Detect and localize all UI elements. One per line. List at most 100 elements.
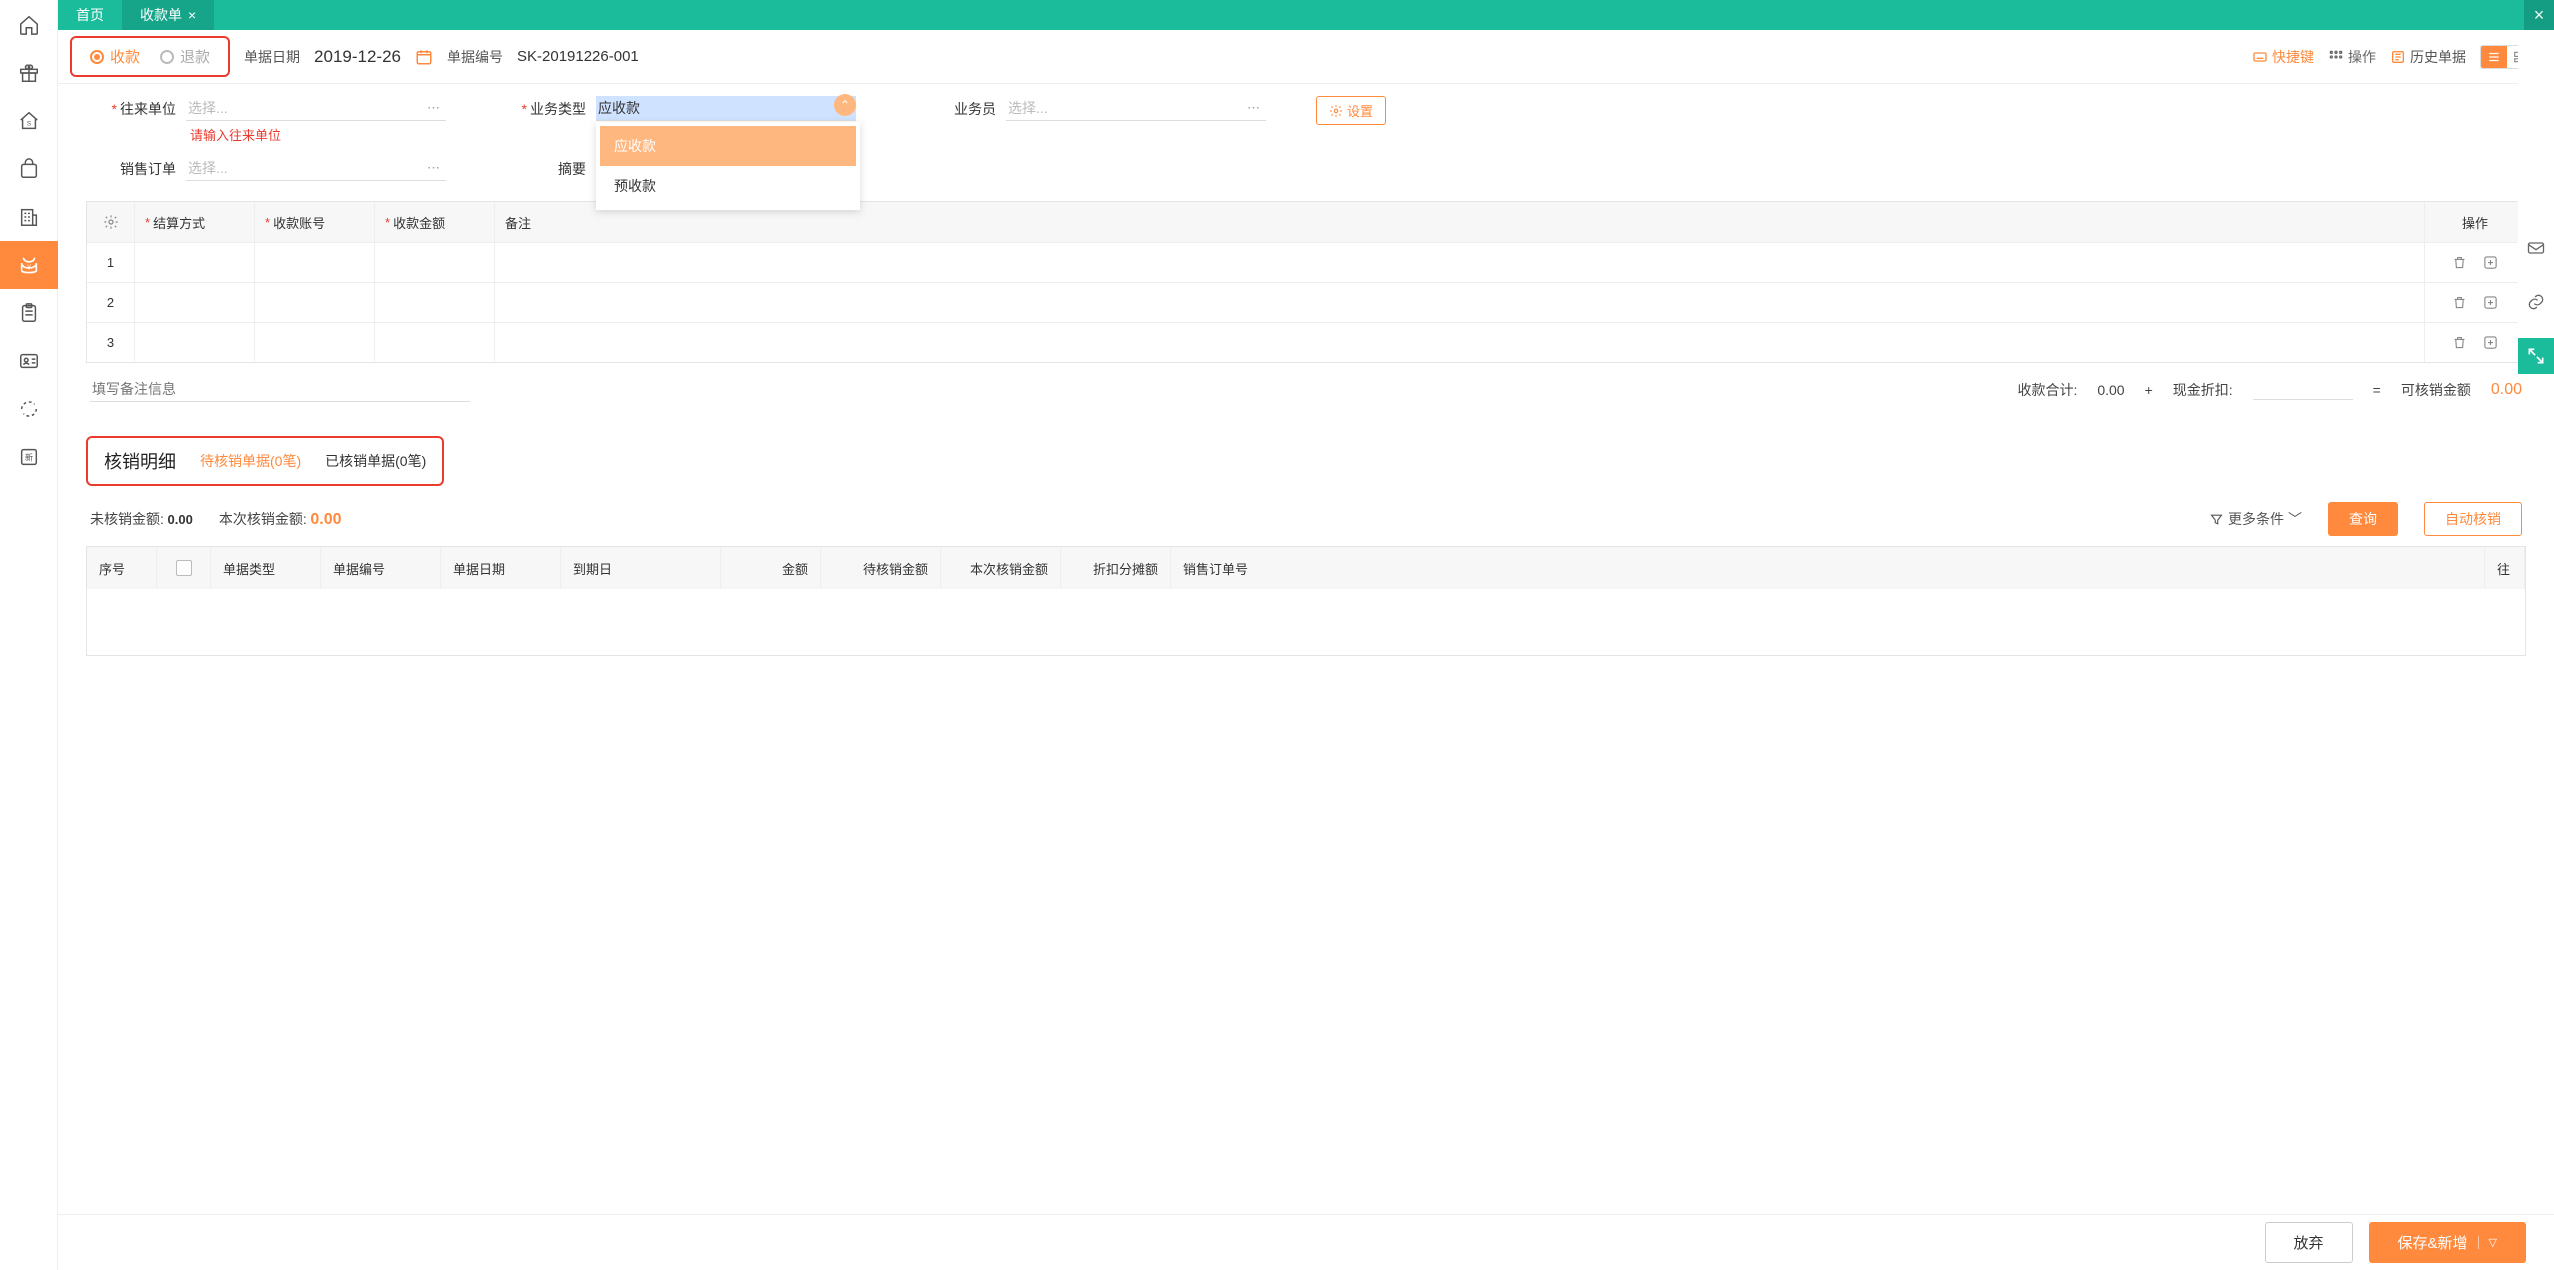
grid-header: *结算方式 *收款账号 *收款金额 备注 操作 xyxy=(87,202,2525,242)
delete-icon[interactable] xyxy=(2452,255,2467,270)
query-button[interactable]: 查询 xyxy=(2328,502,2398,536)
delete-icon[interactable] xyxy=(2452,295,2467,310)
nav-sync-icon[interactable] xyxy=(16,396,42,422)
total-label: 收款合计: xyxy=(2017,380,2077,400)
radio-refund[interactable]: 退款 xyxy=(160,46,210,67)
sales-order-field: 销售订单 ⋯ xyxy=(86,156,446,181)
nav-building-icon[interactable] xyxy=(16,204,42,230)
writeoff-filter-row: 未核销金额: 0.00 本次核销金额: 0.00 更多条件 ﹀ 查询 自动核销 xyxy=(86,486,2526,546)
nav-money-icon[interactable]: ¥ xyxy=(0,241,58,289)
discard-button[interactable]: 放弃 xyxy=(2265,1222,2353,1263)
nav-new-icon[interactable]: 新 xyxy=(16,444,42,470)
doc-date-value[interactable]: 2019-12-26 xyxy=(314,47,401,67)
biztype-input[interactable] xyxy=(596,96,856,121)
window-close-icon[interactable]: × xyxy=(2524,0,2554,30)
total-value: 0.00 xyxy=(2097,382,2124,398)
expand-icon[interactable] xyxy=(2518,338,2554,374)
tab-current[interactable]: 收款单 × xyxy=(122,0,214,30)
add-row-icon[interactable] xyxy=(2483,295,2498,310)
chevron-up-icon[interactable]: ⌃ xyxy=(834,94,856,116)
shortcut-link[interactable]: 快捷键 xyxy=(2252,47,2314,67)
clerk-input[interactable] xyxy=(1006,96,1266,121)
svg-text:新: 新 xyxy=(24,453,32,463)
nav-house2-icon[interactable]: S xyxy=(16,108,42,134)
writeoff-label: 可核销金额 xyxy=(2401,380,2471,400)
history-link[interactable]: 历史单据 xyxy=(2390,47,2466,67)
nav-id-icon[interactable] xyxy=(16,348,42,374)
col-seq: 序号 xyxy=(87,547,157,589)
select-all-checkbox[interactable] xyxy=(176,560,192,576)
biztype-option-pre[interactable]: 预收款 xyxy=(600,166,856,206)
save-label: 保存&新增 xyxy=(2398,1232,2468,1253)
col-account: *收款账号 xyxy=(255,202,375,242)
close-icon[interactable]: × xyxy=(188,7,196,23)
clerk-field: 业务员 ⋯ xyxy=(906,96,1266,121)
auto-writeoff-button[interactable]: 自动核销 xyxy=(2424,502,2522,536)
add-row-icon[interactable] xyxy=(2483,255,2498,270)
col-amount: *收款金额 xyxy=(375,202,495,242)
plus-sign: + xyxy=(2145,382,2153,398)
party-error: 请输入往来单位 xyxy=(190,125,446,144)
link-icon[interactable] xyxy=(2518,284,2554,320)
tab-home[interactable]: 首页 xyxy=(58,0,122,30)
writeoff-section-header: 核销明细 待核销单据(0笔) 已核销单据(0笔) xyxy=(86,436,444,486)
settings-label: 设置 xyxy=(1347,101,1373,120)
writeoff-grid: 序号 单据类型 单据编号 单据日期 到期日 金额 待核销金额 本次核销金额 折扣… xyxy=(86,546,2526,656)
chevron-down-icon[interactable]: ▽ xyxy=(2478,1236,2497,1249)
this-label: 本次核销金额: xyxy=(219,511,307,527)
writeoff-title: 核销明细 xyxy=(104,448,176,474)
tab-home-label: 首页 xyxy=(76,5,104,25)
disc-input[interactable] xyxy=(2253,380,2353,400)
grid-row[interactable]: 2 xyxy=(87,282,2525,322)
col-amt: 金额 xyxy=(721,547,821,589)
biztype-dropdown: 应收款 预收款 xyxy=(596,122,860,210)
delete-icon[interactable] xyxy=(2452,335,2467,350)
col-this: 本次核销金额 xyxy=(941,547,1061,589)
calendar-icon[interactable] xyxy=(415,48,433,66)
ops-link[interactable]: 操作 xyxy=(2328,47,2376,67)
mail-icon[interactable] xyxy=(2518,230,2554,266)
tab-done[interactable]: 已核销单据(0笔) xyxy=(325,451,426,471)
radio-receive[interactable]: 收款 xyxy=(90,46,140,67)
settings-button[interactable]: 设置 xyxy=(1316,96,1386,125)
more-conditions[interactable]: 更多条件 ﹀ xyxy=(2209,509,2302,529)
col-disc: 折扣分摊额 xyxy=(1061,547,1171,589)
sidebar-left: S ¥ 新 xyxy=(0,0,58,1270)
col-ops: 操作 xyxy=(2425,202,2525,242)
col-settle: *结算方式 xyxy=(135,202,255,242)
more-icon[interactable]: ⋯ xyxy=(1247,100,1262,116)
grid-row[interactable]: 3 xyxy=(87,322,2525,362)
more-icon[interactable]: ⋯ xyxy=(427,160,442,176)
grid-gear-icon[interactable] xyxy=(87,202,135,242)
row-index: 1 xyxy=(87,243,135,282)
add-row-icon[interactable] xyxy=(2483,335,2498,350)
party-label: *往来单位 xyxy=(86,99,176,119)
col-no: 单据编号 xyxy=(321,547,441,589)
biztype-option-ar[interactable]: 应收款 xyxy=(600,126,856,166)
this-value: 0.00 xyxy=(310,511,341,528)
shortcut-label: 快捷键 xyxy=(2272,47,2314,67)
view-list-icon[interactable] xyxy=(2481,46,2507,68)
nav-clipboard-icon[interactable] xyxy=(16,300,42,326)
party-input[interactable] xyxy=(186,96,446,121)
col-pend: 待核销金额 xyxy=(821,547,941,589)
nav-bag-icon[interactable] xyxy=(16,156,42,182)
ops-label: 操作 xyxy=(2348,47,2376,67)
settlement-grid: *结算方式 *收款账号 *收款金额 备注 操作 1 2 3 xyxy=(86,201,2526,363)
nav-home-icon[interactable] xyxy=(16,12,42,38)
party-field: *往来单位 ⋯ xyxy=(86,96,446,121)
remark-input[interactable] xyxy=(90,377,470,402)
col-date: 单据日期 xyxy=(441,547,561,589)
tab-pending[interactable]: 待核销单据(0笔) xyxy=(200,451,301,471)
nav-gift-icon[interactable] xyxy=(16,60,42,86)
col-checkbox xyxy=(157,547,211,589)
chevron-down-icon: ﹀ xyxy=(2288,509,2302,529)
grid-row[interactable]: 1 xyxy=(87,242,2525,282)
save-and-new-button[interactable]: 保存&新增 ▽ xyxy=(2369,1222,2526,1263)
sales-order-input[interactable] xyxy=(186,156,446,181)
more-icon[interactable]: ⋯ xyxy=(427,100,442,116)
footer: 放弃 保存&新增 ▽ xyxy=(58,1214,2554,1270)
gear-icon xyxy=(1329,104,1343,118)
row-index: 2 xyxy=(87,283,135,322)
toolbar: 收款 退款 单据日期 2019-12-26 单据编号 SK-20191226-0… xyxy=(58,30,2554,84)
